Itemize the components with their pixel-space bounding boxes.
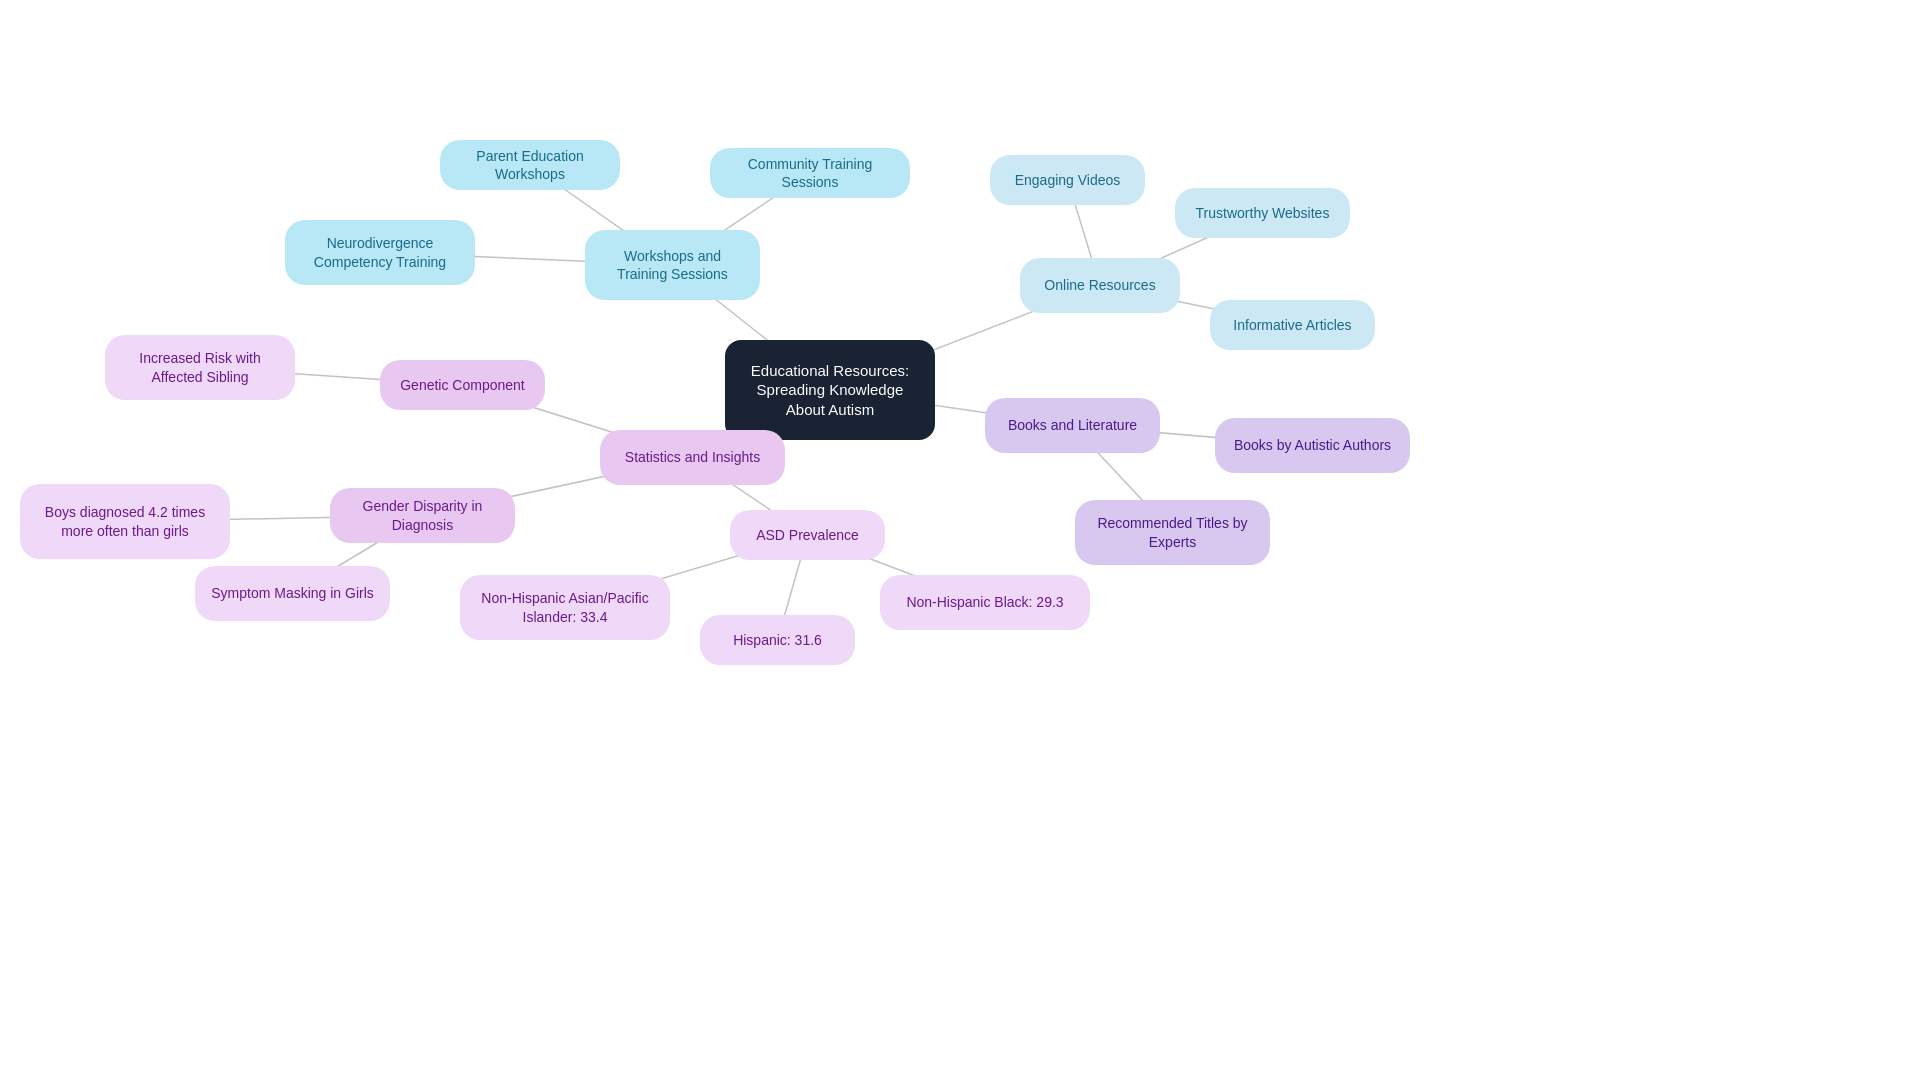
node-genderDisparity[interactable]: Gender Disparity in Diagnosis xyxy=(330,488,515,543)
node-booksAndLiterature[interactable]: Books and Literature xyxy=(985,398,1160,453)
node-parentWorkshops[interactable]: Parent Education Workshops xyxy=(440,140,620,190)
node-center[interactable]: Educational Resources: Spreading Knowled… xyxy=(725,340,935,440)
node-boysDiagnosed[interactable]: Boys diagnosed 4.2 times more often than… xyxy=(20,484,230,559)
node-increasedRisk[interactable]: Increased Risk with Affected Sibling xyxy=(105,335,295,400)
node-trustworthyWebsites[interactable]: Trustworthy Websites xyxy=(1175,188,1350,238)
node-geneticComponent[interactable]: Genetic Component xyxy=(380,360,545,410)
node-hispanic[interactable]: Hispanic: 31.6 xyxy=(700,615,855,665)
connections-svg xyxy=(0,0,1920,1083)
node-symptomMasking[interactable]: Symptom Masking in Girls xyxy=(195,566,390,621)
node-communityTraining[interactable]: Community Training Sessions xyxy=(710,148,910,198)
node-onlineResources[interactable]: Online Resources xyxy=(1020,258,1180,313)
node-booksByAutistic[interactable]: Books by Autistic Authors xyxy=(1215,418,1410,473)
node-workshops[interactable]: Workshops and Training Sessions xyxy=(585,230,760,300)
node-nonHispanicAsian[interactable]: Non-Hispanic Asian/Pacific Islander: 33.… xyxy=(460,575,670,640)
node-neurodivergence[interactable]: Neurodivergence Competency Training xyxy=(285,220,475,285)
node-informativeArticles[interactable]: Informative Articles xyxy=(1210,300,1375,350)
node-engagingVideos[interactable]: Engaging Videos xyxy=(990,155,1145,205)
node-nonHispanicBlack[interactable]: Non-Hispanic Black: 29.3 xyxy=(880,575,1090,630)
node-statisticsInsights[interactable]: Statistics and Insights xyxy=(600,430,785,485)
node-asdPrevalence[interactable]: ASD Prevalence xyxy=(730,510,885,560)
node-recommendedTitles[interactable]: Recommended Titles by Experts xyxy=(1075,500,1270,565)
